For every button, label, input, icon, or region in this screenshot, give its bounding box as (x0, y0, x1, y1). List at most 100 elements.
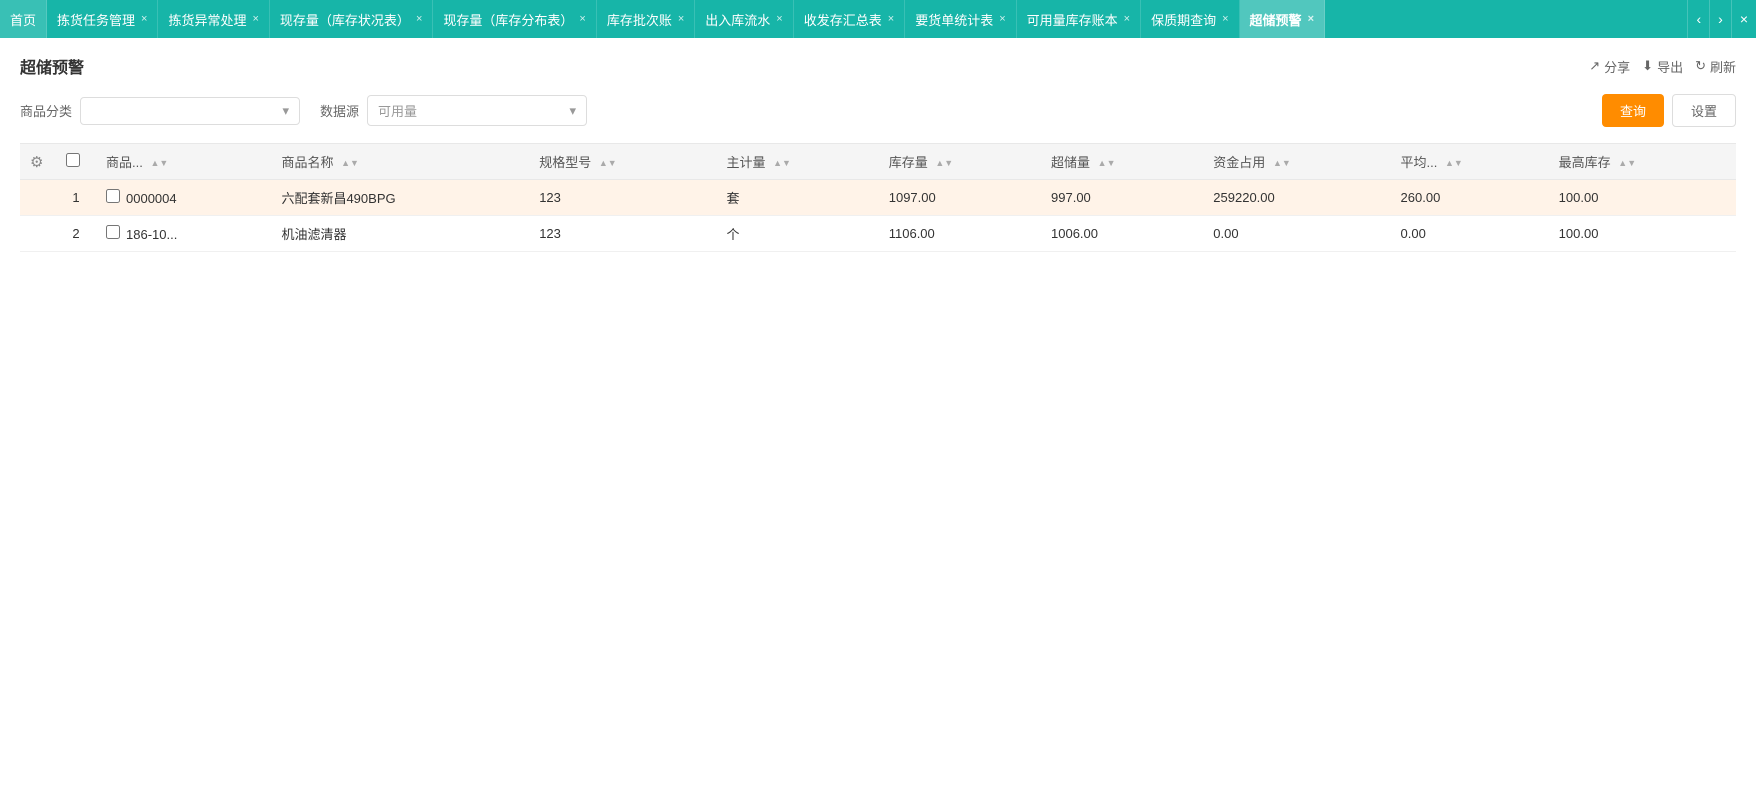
row-capital: 0.00 (1203, 216, 1390, 252)
sort-icon: ▲▼ (773, 159, 791, 168)
row-stock: 1106.00 (879, 216, 1041, 252)
nav-order-stats[interactable]: 要货单统计表 × (905, 0, 1016, 38)
row-overstock: 997.00 (1041, 180, 1203, 216)
row-index: 1 (56, 180, 96, 216)
table-row: 2186-10...机油滤清器123个1106.001006.000.000.0… (20, 216, 1736, 252)
refresh-button[interactable]: ↻ 刷新 (1695, 57, 1736, 76)
row-avg: 0.00 (1391, 216, 1549, 252)
col-stock[interactable]: 库存量 ▲▼ (879, 144, 1041, 180)
nav-overstock-warning[interactable]: 超储预警 × (1240, 0, 1325, 38)
nav-picking-task[interactable]: 拣货任务管理 × (47, 0, 158, 38)
close-icon[interactable]: × (999, 13, 1005, 25)
nav-stock-status[interactable]: 现存量（库存状况表） × (270, 0, 433, 38)
datasource-select[interactable]: 可用量 ▾ (367, 95, 587, 126)
sort-icon: ▲▼ (150, 159, 168, 168)
col-capital[interactable]: 资金占用 ▲▼ (1203, 144, 1390, 180)
col-unit[interactable]: 主计量 ▲▼ (716, 144, 878, 180)
nav-prev-button[interactable]: ‹ (1687, 0, 1709, 38)
nav-inout-flow[interactable]: 出入库流水 × (695, 0, 793, 38)
nav-available-ledger[interactable]: 可用量库存账本 × (1017, 0, 1141, 38)
row-product-code: 186-10... (126, 227, 177, 242)
table-row: 1 0000004 六配套新昌490BPG123套1097.00997.002592… (20, 180, 1736, 216)
share-button[interactable]: ↗ 分享 (1589, 57, 1630, 76)
row-product-name: 六配套新昌490BPG (271, 180, 529, 216)
row-overstock: 1006.00 (1041, 216, 1203, 252)
col-checkbox (56, 144, 96, 180)
datasource-label: 数据源 (320, 101, 359, 120)
filter-row: 商品分类 ▾ 数据源 可用量 ▾ 查询 设置 (20, 94, 1736, 127)
export-button[interactable]: ⬇ 导出 (1642, 57, 1683, 76)
page-header: 超储预警 ↗ 分享 ⬇ 导出 ↻ 刷新 (20, 54, 1736, 78)
datasource-value: 可用量 (378, 101, 417, 120)
close-icon[interactable]: × (888, 13, 894, 25)
navbar: 首页 拣货任务管理 × 拣货异常处理 × 现存量（库存状况表） × 现存量（库存… (0, 0, 1756, 38)
col-avg[interactable]: 平均... ▲▼ (1391, 144, 1549, 180)
nav-receive-summary[interactable]: 收发存汇总表 × (794, 0, 905, 38)
col-overstock[interactable]: 超储量 ▲▼ (1041, 144, 1203, 180)
refresh-icon: ↻ (1695, 58, 1706, 74)
row-capital: 259220.00 (1203, 180, 1390, 216)
row-avg: 260.00 (1391, 180, 1549, 216)
row-unit: 个 (716, 216, 878, 252)
nav-close-button[interactable]: × (1731, 0, 1756, 38)
share-icon: ↗ (1589, 58, 1600, 74)
col-product-name[interactable]: 商品名称 ▲▼ (271, 144, 529, 180)
product-category-group: 商品分类 ▾ (20, 97, 300, 125)
filter-actions: 查询 设置 (1602, 94, 1736, 127)
row-checkbox[interactable] (106, 189, 120, 203)
col-max-stock[interactable]: 最高库存 ▲▼ (1549, 144, 1736, 180)
row-product-code: 0000004 (126, 191, 177, 206)
row-unit: 套 (716, 180, 878, 216)
row-max-stock: 100.00 (1549, 180, 1736, 216)
product-category-label: 商品分类 (20, 101, 72, 120)
row-index: 2 (56, 216, 96, 252)
close-icon[interactable]: × (1308, 13, 1314, 25)
product-category-select[interactable]: ▾ (80, 97, 300, 125)
close-icon[interactable]: × (579, 13, 585, 25)
row-settings-cell (20, 216, 56, 252)
nav-picking-abnormal[interactable]: 拣货异常处理 × (158, 0, 269, 38)
close-icon[interactable]: × (141, 13, 147, 25)
header-actions: ↗ 分享 ⬇ 导出 ↻ 刷新 (1589, 57, 1736, 76)
col-settings: ⚙ (20, 144, 56, 180)
nav-stock-dist[interactable]: 现存量（库存分布表） × (433, 0, 596, 38)
sort-icon: ▲▼ (1618, 159, 1636, 168)
row-product-name: 机油滤清器 (271, 216, 529, 252)
row-product-code-cell: 0000004 (96, 180, 271, 216)
row-stock: 1097.00 (879, 180, 1041, 216)
close-icon[interactable]: × (416, 13, 422, 25)
close-icon[interactable]: × (776, 13, 782, 25)
nav-stock-batch[interactable]: 库存批次账 × (597, 0, 695, 38)
close-icon[interactable]: × (1222, 13, 1228, 25)
settings-button[interactable]: 设置 (1672, 94, 1736, 127)
sort-icon: ▲▼ (341, 159, 359, 168)
row-max-stock: 100.00 (1549, 216, 1736, 252)
nav-home[interactable]: 首页 (0, 0, 47, 38)
close-icon[interactable]: × (252, 13, 258, 25)
col-product-code[interactable]: 商品... ▲▼ (96, 144, 271, 180)
table-header-row: ⚙ 商品... ▲▼ 商品名称 ▲▼ 规格型号 ▲▼ 主计 (20, 144, 1736, 180)
select-all-checkbox[interactable] (66, 153, 80, 167)
col-spec[interactable]: 规格型号 ▲▼ (529, 144, 716, 180)
row-spec: 123 (529, 216, 716, 252)
chevron-down-icon: ▾ (282, 103, 289, 119)
sort-icon: ▲▼ (1273, 159, 1291, 168)
row-settings-cell (20, 180, 56, 216)
nav-arrows: ‹ › × (1687, 0, 1756, 38)
row-product-code-cell: 186-10... (96, 216, 271, 252)
sort-icon: ▲▼ (935, 159, 953, 168)
query-button[interactable]: 查询 (1602, 94, 1664, 127)
page-title: 超储预警 (20, 54, 84, 78)
page-content: 超储预警 ↗ 分享 ⬇ 导出 ↻ 刷新 商品分类 ▾ 数据源 (0, 38, 1756, 800)
gear-icon[interactable]: ⚙ (30, 154, 43, 171)
sort-icon: ▲▼ (1445, 159, 1463, 168)
row-checkbox[interactable] (106, 225, 120, 239)
close-icon[interactable]: × (1124, 13, 1130, 25)
nav-next-button[interactable]: › (1709, 0, 1731, 38)
row-spec: 123 (529, 180, 716, 216)
sort-icon: ▲▼ (1098, 159, 1116, 168)
chevron-down-icon: ▾ (570, 103, 577, 119)
close-icon[interactable]: × (678, 13, 684, 25)
nav-quality-query[interactable]: 保质期查询 × (1141, 0, 1239, 38)
datasource-group: 数据源 可用量 ▾ (320, 95, 587, 126)
